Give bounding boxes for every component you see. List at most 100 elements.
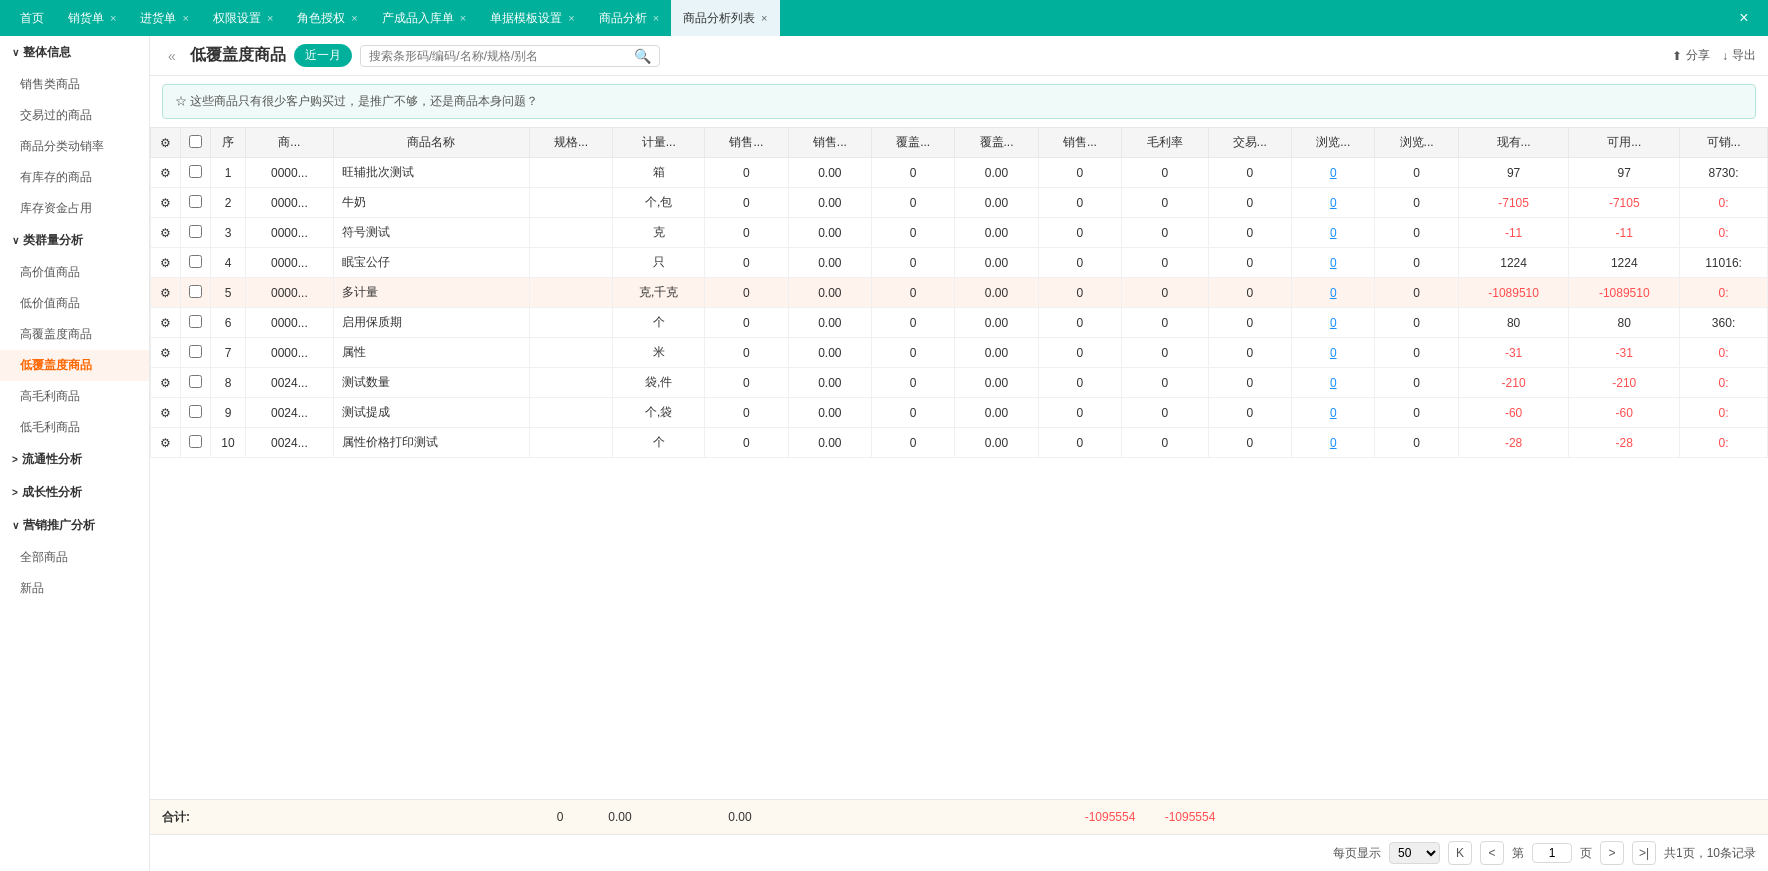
row-checkbox[interactable] (181, 338, 211, 368)
col-coverage2[interactable]: 覆盖... (955, 128, 1038, 158)
col-coverage1[interactable]: 覆盖... (872, 128, 955, 158)
row-settings[interactable]: ⚙ (151, 398, 181, 428)
row-browse1[interactable]: 0 (1292, 188, 1375, 218)
filter-last-month[interactable]: 近一月 (294, 44, 352, 67)
search-input[interactable] (369, 49, 634, 63)
select-all-checkbox[interactable] (189, 135, 202, 148)
next-page-button[interactable]: > (1600, 841, 1624, 865)
nav-sales[interactable]: 销货单 × (56, 0, 128, 36)
row-select-checkbox[interactable] (189, 345, 202, 358)
row-checkbox[interactable] (181, 368, 211, 398)
col-name[interactable]: 商品名称 (333, 128, 529, 158)
sidebar-group-liquidity[interactable]: > 流通性分析 (0, 443, 149, 476)
row-browse1[interactable]: 0 (1292, 368, 1375, 398)
sidebar-group-marketing[interactable]: ∨ 营销推广分析 (0, 509, 149, 542)
row-select-checkbox[interactable] (189, 225, 202, 238)
row-select-checkbox[interactable] (189, 285, 202, 298)
prev-page-button[interactable]: < (1480, 841, 1504, 865)
row-select-checkbox[interactable] (189, 435, 202, 448)
row-settings[interactable]: ⚙ (151, 308, 181, 338)
col-trade[interactable]: 交易... (1208, 128, 1291, 158)
sidebar-item-category-rate[interactable]: 商品分类动销率 (0, 131, 149, 162)
nav-template[interactable]: 单据模板设置 × (478, 0, 586, 36)
col-spec[interactable]: 规格... (529, 128, 612, 158)
sidebar-group-growth[interactable]: > 成长性分析 (0, 476, 149, 509)
row-settings[interactable]: ⚙ (151, 428, 181, 458)
row-browse1[interactable]: 0 (1292, 308, 1375, 338)
export-button[interactable]: ↓ 导出 (1722, 47, 1756, 64)
nav-template-close[interactable]: × (568, 12, 574, 24)
row-settings[interactable]: ⚙ (151, 338, 181, 368)
nav-sales-close[interactable]: × (110, 12, 116, 24)
col-sales-qty[interactable]: 销售... (705, 128, 788, 158)
page-number-input[interactable] (1532, 843, 1572, 863)
page-size-select[interactable]: 50 100 200 (1389, 842, 1440, 864)
sidebar-collapse-button[interactable]: « (162, 46, 182, 66)
row-select-checkbox[interactable] (189, 165, 202, 178)
row-checkbox[interactable] (181, 308, 211, 338)
sidebar-item-new-goods[interactable]: 新品 (0, 573, 149, 604)
col-sales-extra[interactable]: 销售... (1038, 128, 1121, 158)
col-browse1[interactable]: 浏览... (1292, 128, 1375, 158)
row-checkbox[interactable] (181, 158, 211, 188)
nav-roles-close[interactable]: × (351, 12, 357, 24)
row-browse1[interactable]: 0 (1292, 338, 1375, 368)
sidebar-item-high-coverage[interactable]: 高覆盖度商品 (0, 319, 149, 350)
col-browse2[interactable]: 浏览... (1375, 128, 1458, 158)
row-settings[interactable]: ⚙ (151, 368, 181, 398)
row-browse1[interactable]: 0 (1292, 278, 1375, 308)
row-checkbox[interactable] (181, 218, 211, 248)
sidebar-group-overall[interactable]: ∨ 整体信息 (0, 36, 149, 69)
sidebar-item-low-margin[interactable]: 低毛利商品 (0, 412, 149, 443)
row-settings[interactable]: ⚙ (151, 158, 181, 188)
col-checkbox[interactable] (181, 128, 211, 158)
row-browse1[interactable]: 0 (1292, 158, 1375, 188)
row-settings[interactable]: ⚙ (151, 218, 181, 248)
first-page-button[interactable]: K (1448, 841, 1472, 865)
window-close-button[interactable]: × (1728, 2, 1760, 34)
sidebar-group-category[interactable]: ∨ 类群量分析 (0, 224, 149, 257)
nav-finished-goods[interactable]: 产成品入库单 × (370, 0, 478, 36)
row-checkbox[interactable] (181, 278, 211, 308)
row-browse1[interactable]: 0 (1292, 428, 1375, 458)
row-settings[interactable]: ⚙ (151, 188, 181, 218)
sidebar-item-high-margin[interactable]: 高毛利商品 (0, 381, 149, 412)
nav-permissions-close[interactable]: × (267, 12, 273, 24)
row-browse1[interactable]: 0 (1292, 218, 1375, 248)
nav-purchase-close[interactable]: × (182, 12, 188, 24)
nav-product-analysis[interactable]: 商品分析 × (587, 0, 671, 36)
sidebar-item-traded-goods[interactable]: 交易过的商品 (0, 100, 149, 131)
row-select-checkbox[interactable] (189, 255, 202, 268)
sidebar-item-stocked-goods[interactable]: 有库存的商品 (0, 162, 149, 193)
col-gross-rate[interactable]: 毛利率 (1122, 128, 1209, 158)
nav-home[interactable]: 首页 (8, 0, 56, 36)
sidebar-item-inventory-capital[interactable]: 库存资金占用 (0, 193, 149, 224)
sidebar-item-all-goods[interactable]: 全部商品 (0, 542, 149, 573)
row-select-checkbox[interactable] (189, 315, 202, 328)
row-settings[interactable]: ⚙ (151, 248, 181, 278)
nav-product-analysis-close[interactable]: × (653, 12, 659, 24)
col-current[interactable]: 现有... (1458, 128, 1569, 158)
row-checkbox[interactable] (181, 188, 211, 218)
nav-permissions[interactable]: 权限设置 × (201, 0, 285, 36)
sidebar-item-low-value[interactable]: 低价值商品 (0, 288, 149, 319)
row-select-checkbox[interactable] (189, 375, 202, 388)
row-checkbox[interactable] (181, 398, 211, 428)
col-code[interactable]: 商... (246, 128, 334, 158)
row-settings[interactable]: ⚙ (151, 278, 181, 308)
nav-finished-goods-close[interactable]: × (460, 12, 466, 24)
row-browse1[interactable]: 0 (1292, 248, 1375, 278)
row-select-checkbox[interactable] (189, 195, 202, 208)
sidebar-item-high-value[interactable]: 高价值商品 (0, 257, 149, 288)
nav-purchase[interactable]: 进货单 × (128, 0, 200, 36)
col-sellable[interactable]: 可销... (1680, 128, 1768, 158)
col-sales-amt[interactable]: 销售... (788, 128, 871, 158)
sidebar-item-sales-goods[interactable]: 销售类商品 (0, 69, 149, 100)
col-unit[interactable]: 计量... (613, 128, 705, 158)
row-browse1[interactable]: 0 (1292, 398, 1375, 428)
sidebar-item-low-coverage[interactable]: 低覆盖度商品 (0, 350, 149, 381)
nav-product-analysis-list[interactable]: 商品分析列表 × (671, 0, 779, 36)
row-select-checkbox[interactable] (189, 405, 202, 418)
last-page-button[interactable]: >| (1632, 841, 1656, 865)
col-available[interactable]: 可用... (1569, 128, 1680, 158)
